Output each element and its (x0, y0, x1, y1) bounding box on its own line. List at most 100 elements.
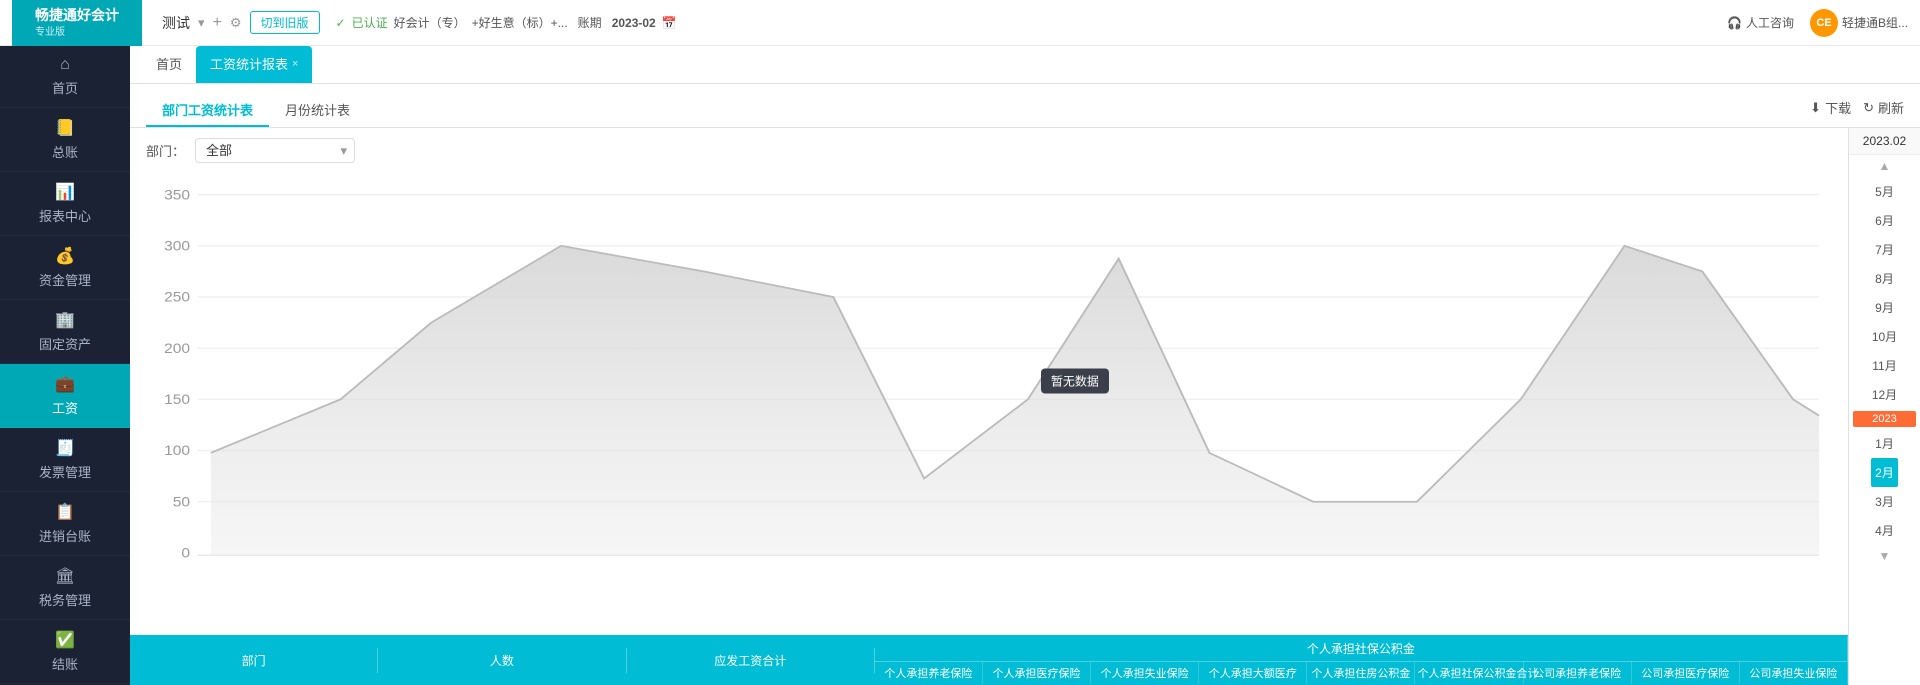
tab-salary-report[interactable]: 工资统计报表 × (196, 46, 312, 83)
sidebar-item-salary[interactable]: 💼 工资 (0, 364, 130, 428)
content-area: 首页 工资统计报表 × 部门工资统计表 月份统计表 ⬇ 下载 (130, 46, 1920, 685)
closing-icon: ✅ (55, 630, 75, 650)
month-item-6月[interactable]: 6月 (1868, 206, 1901, 235)
month-item-cur-4月[interactable]: 4月 (1871, 516, 1898, 545)
tab-bar: 首页 工资统计报表 × (130, 46, 1920, 84)
top-header: 畅捷通好会计 专业版 测试 ▾ + ⚙ 切到旧版 ✓ 已认证 好会计（专） +好… (0, 0, 1920, 46)
service-button[interactable]: 🎧 人工咨询 (1727, 14, 1794, 31)
nav-up-icon[interactable]: ▲ (1849, 155, 1920, 177)
add-icon[interactable]: + (213, 14, 222, 32)
col-dept: 部门 (130, 648, 378, 673)
header-right: 🎧 人工咨询 CE 轻捷通B组... (1727, 9, 1908, 37)
bottom-table-header: 部门 人数 应发工资合计 个人承担社保公积金 个人承担养老保险个人承担医疗保险个… (130, 635, 1848, 685)
settings-icon[interactable]: ⚙ (230, 15, 242, 31)
sidebar-label-ledger: 总账 (52, 142, 78, 161)
col-sub-0: 个人承担养老保险 (875, 662, 983, 684)
sidebar-item-assets[interactable]: 🏢 固定资产 (0, 300, 130, 364)
switch-old-button[interactable]: 切到旧版 (250, 11, 320, 34)
svg-text:50: 50 (173, 495, 190, 510)
period-label: 账期 (578, 14, 602, 31)
month-item-cur-1月[interactable]: 1月 (1871, 429, 1898, 458)
nav-down-icon[interactable]: ▼ (1849, 545, 1920, 567)
sidebar-item-home[interactable]: ⌂ 首页 (0, 46, 130, 108)
col-sub-1: 个人承担医疗保险 (983, 662, 1091, 684)
group-header: 个人承担社保公积金 (875, 636, 1848, 662)
period-value: 2023-02 (612, 16, 656, 30)
sidebar-label-closing: 结账 (52, 654, 78, 673)
sub-tab-month[interactable]: 月份统计表 (269, 94, 366, 127)
tab-home[interactable]: 首页 (142, 46, 196, 83)
good-account-badge: 好会计（专） (394, 14, 466, 31)
col-sub-2: 个人承担失业保险 (1091, 662, 1199, 684)
month-item-8月[interactable]: 8月 (1868, 264, 1901, 293)
month-item-9月[interactable]: 9月 (1868, 293, 1901, 322)
group-cells: 个人承担养老保险个人承担医疗保险个人承担失业保险个人承担大额医疗个人承担住房公积… (875, 662, 1848, 684)
sidebar-item-funds[interactable]: 💰 资金管理 (0, 236, 130, 300)
sidebar-item-ledger[interactable]: 📒 总账 (0, 108, 130, 172)
sidebar-item-reports[interactable]: 📊 报表中心 (0, 172, 130, 236)
sidebar-label-tax: 税务管理 (39, 590, 91, 609)
salary-icon: 💼 (55, 374, 75, 394)
calendar-icon[interactable]: 📅 (662, 16, 677, 30)
dept-select-wrapper: 全部 财务部 销售部 行政部 ▾ (195, 138, 355, 163)
salary-chart: 350 300 250 200 150 100 50 0 (146, 183, 1832, 625)
svg-text:150: 150 (164, 393, 190, 408)
header-left: 畅捷通好会计 专业版 测试 ▾ + ⚙ 切到旧版 ✓ 已认证 好会计（专） +好… (12, 0, 1727, 46)
dept-select[interactable]: 全部 财务部 销售部 行政部 (195, 138, 355, 163)
download-icon: ⬇ (1810, 100, 1821, 116)
refresh-icon: ↻ (1863, 100, 1874, 116)
month-item-11月[interactable]: 11月 (1868, 351, 1901, 380)
month-item-7月[interactable]: 7月 (1868, 235, 1901, 264)
col-sub-7: 公司承担医疗保险 (1632, 662, 1740, 684)
funds-icon: 💰 (55, 246, 75, 266)
col-headcount: 人数 (378, 648, 626, 673)
sub-tabs-right: ⬇ 下载 ↻ 刷新 (1810, 98, 1904, 123)
sidebar-label-inventory: 进销台账 (39, 526, 91, 545)
download-button[interactable]: ⬇ 下载 (1810, 98, 1851, 117)
sidebar-label-salary: 工资 (52, 398, 78, 417)
sidebar-item-inventory[interactable]: 📋 进销台账 (0, 492, 130, 556)
biz-badge: +好生意（标）+... (472, 14, 568, 31)
main-inner: 部门： 全部 财务部 销售部 行政部 ▾ (130, 128, 1920, 685)
sidebar-label-assets: 固定资产 (39, 334, 91, 353)
sidebar-item-invoice[interactable]: 🧾 发票管理 (0, 428, 130, 492)
sidebar-item-closing[interactable]: ✅ 结账 (0, 620, 130, 684)
month-item-cur-3月[interactable]: 3月 (1871, 487, 1898, 516)
certified-icon: ✓ (336, 16, 346, 30)
sidebar-label-invoice: 发票管理 (39, 462, 91, 481)
tab-salary-label: 工资统计报表 (210, 54, 288, 73)
chart-area: 350 300 250 200 150 100 50 0 (130, 173, 1848, 635)
col-payable: 应发工资合计 (627, 648, 875, 673)
sub-tabs: 部门工资统计表 月份统计表 ⬇ 下载 ↻ 刷新 (130, 84, 1920, 128)
svg-text:350: 350 (164, 188, 190, 203)
filter-label: 部门： (146, 141, 185, 160)
main-layout: ⌂ 首页 📒 总账 📊 报表中心 💰 资金管理 🏢 固定资产 💼 工资 🧾 发票… (0, 46, 1920, 685)
logo-sub: 专业版 (35, 23, 119, 38)
chart-section: 350 300 250 200 150 100 50 0 (130, 173, 1848, 685)
col-sub-3: 个人承担大额医疗 (1199, 662, 1307, 684)
dropdown-arrow-icon[interactable]: ▾ (198, 15, 205, 31)
month-item-5月[interactable]: 5月 (1868, 177, 1901, 206)
svg-text:0: 0 (181, 546, 190, 561)
svg-text:100: 100 (164, 444, 190, 459)
sub-tab-dept[interactable]: 部门工资统计表 (146, 94, 269, 127)
svg-text:200: 200 (164, 341, 190, 356)
month-item-cur-2月[interactable]: 2月 (1871, 458, 1898, 487)
download-label: 下载 (1825, 98, 1851, 117)
svg-text:300: 300 (164, 239, 190, 254)
reports-icon: 📊 (55, 182, 75, 202)
user-info[interactable]: CE 轻捷通B组... (1810, 9, 1908, 37)
year-display: 2023.02 (1849, 128, 1920, 155)
service-label: 人工咨询 (1746, 14, 1794, 31)
sidebar-item-tax[interactable]: 🏛 税务管理 (0, 556, 130, 620)
month-item-12月[interactable]: 12月 (1868, 380, 1901, 409)
refresh-label: 刷新 (1878, 98, 1904, 117)
col-sub-5: 个人承担社保公积金合计 (1415, 662, 1523, 684)
sidebar-label-home: 首页 (52, 78, 78, 97)
refresh-button[interactable]: ↻ 刷新 (1863, 98, 1904, 117)
content-main: 部门： 全部 财务部 销售部 行政部 ▾ (130, 128, 1848, 685)
tab-close-icon[interactable]: × (292, 58, 298, 70)
ledger-icon: 📒 (55, 118, 75, 138)
col-group-personal: 个人承担社保公积金 个人承担养老保险个人承担医疗保险个人承担失业保险个人承担大额… (875, 636, 1848, 684)
month-item-10月[interactable]: 10月 (1868, 322, 1901, 351)
